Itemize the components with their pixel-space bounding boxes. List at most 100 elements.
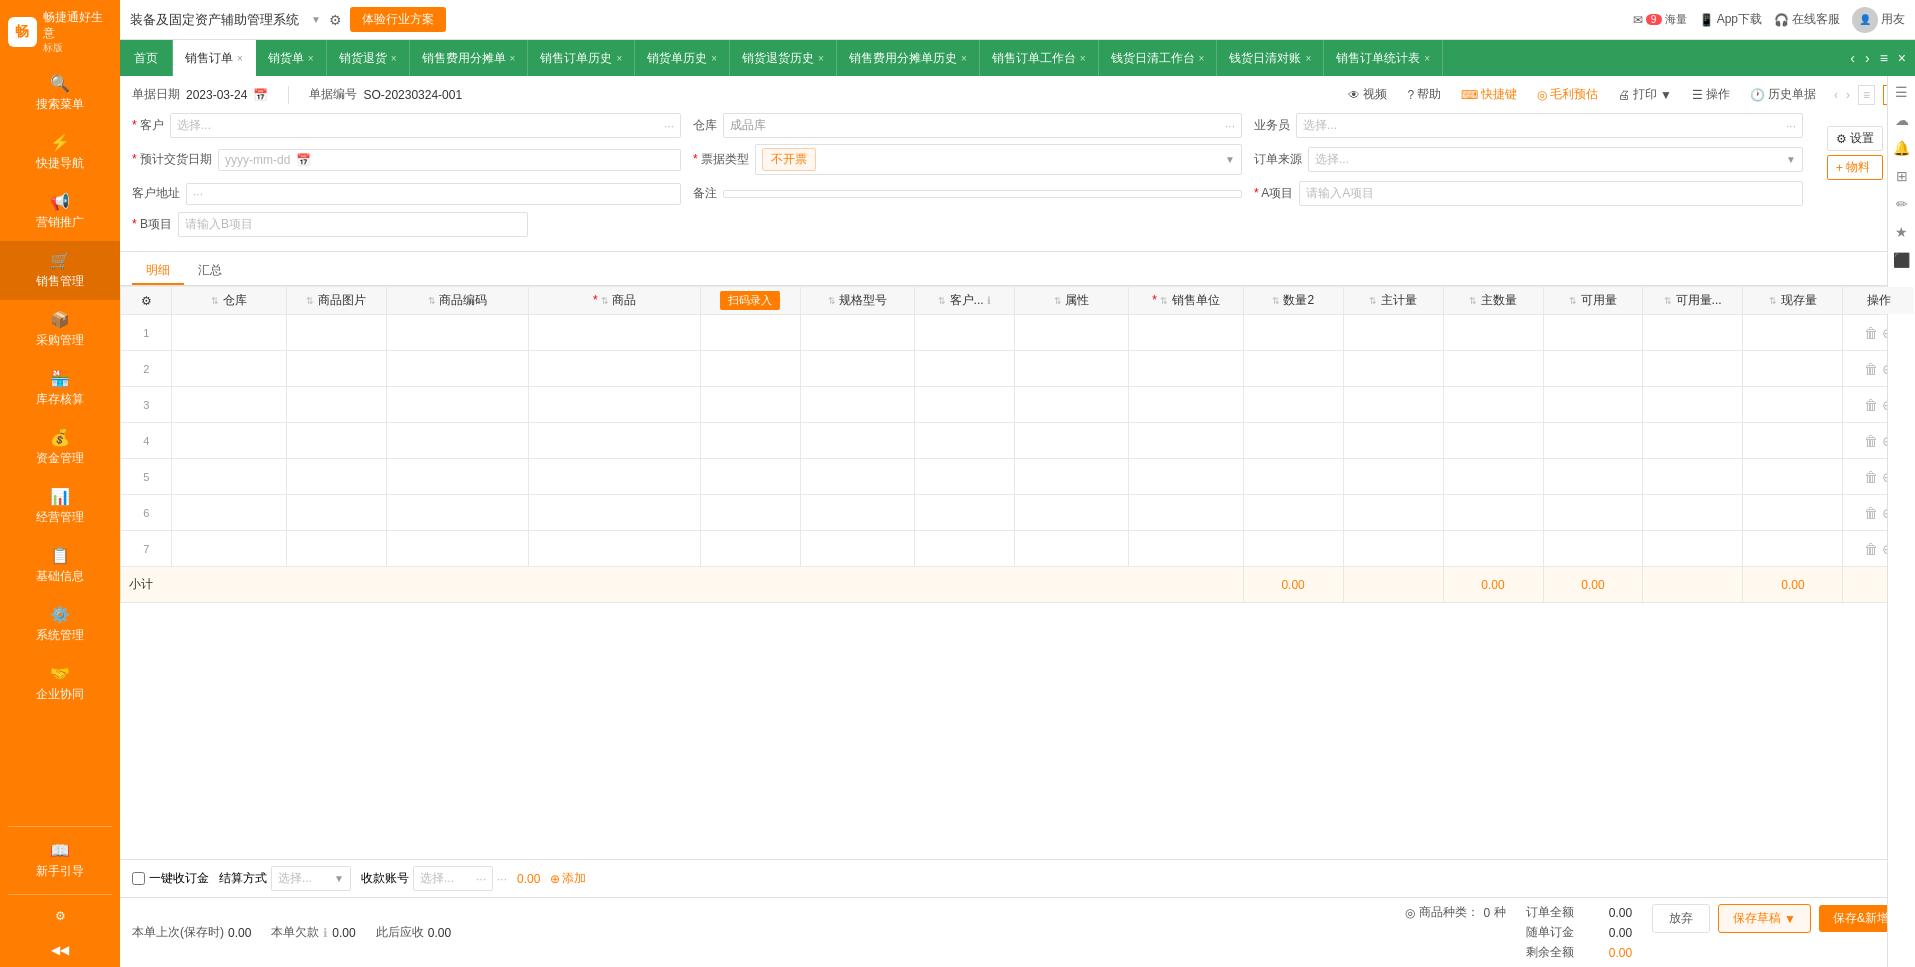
sidebar-item-operations[interactable]: 📊 经营管理 bbox=[0, 477, 120, 536]
nav-left-icon[interactable]: ‹ bbox=[1834, 88, 1838, 102]
th-image[interactable]: ⇅ 商品图片 bbox=[286, 287, 386, 315]
th-gear[interactable]: ⚙ bbox=[121, 287, 172, 315]
sidebar-item-finance[interactable]: 💰 资金管理 bbox=[0, 418, 120, 477]
tab-fee-history[interactable]: 销售费用分摊单历史 × bbox=[837, 40, 980, 76]
one-click-checkout-checkbox[interactable] bbox=[132, 872, 145, 885]
side-layout-icon[interactable]: ⊞ bbox=[1890, 164, 1914, 188]
nav-list-icon[interactable]: ≡ bbox=[1877, 50, 1891, 66]
nav-right-icon[interactable]: › bbox=[1846, 88, 1850, 102]
sidebar-item-sales[interactable]: 🛒 销售管理 bbox=[0, 241, 120, 300]
side-edit-icon[interactable]: ✏ bbox=[1890, 192, 1914, 216]
nav-prev-icon[interactable]: ‹ bbox=[1847, 50, 1858, 66]
tab-sales-order-history[interactable]: 销售订单历史 × bbox=[528, 40, 635, 76]
side-star-icon[interactable]: ★ bbox=[1890, 220, 1914, 244]
discard-button[interactable]: 放弃 bbox=[1652, 904, 1710, 933]
side-cloud-icon[interactable]: ☁ bbox=[1890, 108, 1914, 132]
view-btn[interactable]: 👁 视频 bbox=[1342, 84, 1393, 105]
messages-item[interactable]: ✉ 9 海量 bbox=[1633, 12, 1687, 27]
settings-button[interactable]: ⚙ 设置 bbox=[1827, 126, 1883, 151]
tab-sales-fee[interactable]: 销售费用分摊单 × bbox=[410, 40, 529, 76]
profit-btn[interactable]: ◎ 毛利预估 bbox=[1531, 84, 1604, 105]
order-source-select[interactable]: 选择... ▼ bbox=[1308, 147, 1803, 172]
close-sales-order-icon[interactable]: × bbox=[237, 53, 243, 64]
th-main-unit[interactable]: ⇅ 主计量 bbox=[1343, 287, 1443, 315]
a-project-input[interactable]: 请输入A项目 bbox=[1299, 181, 1803, 206]
th-customer-code[interactable]: ⇅ 客户... ℹ bbox=[915, 287, 1015, 315]
close-reconcile-icon[interactable]: × bbox=[1305, 53, 1311, 64]
history-btn[interactable]: 🕐 历史单据 bbox=[1744, 84, 1822, 105]
sidebar-item-quicknav[interactable]: ⚡ 快捷导航 bbox=[0, 123, 120, 182]
sidebar-item-inventory[interactable]: 🏪 库存核算 bbox=[0, 359, 120, 418]
sidebar-item-marketing[interactable]: 📢 营销推广 bbox=[0, 182, 120, 241]
help-btn[interactable]: ? 帮助 bbox=[1401, 84, 1447, 105]
th-product[interactable]: ⇅ 商品 bbox=[529, 287, 700, 315]
close-sales-return-icon[interactable]: × bbox=[391, 53, 397, 64]
shortcut-btn[interactable]: ⌨ 快捷键 bbox=[1455, 84, 1523, 105]
sidebar-item-newbie[interactable]: 📖 新手引导 bbox=[0, 831, 120, 890]
nav-close-icon[interactable]: × bbox=[1895, 50, 1909, 66]
th-warehouse[interactable]: ⇅ 仓库 bbox=[172, 287, 286, 315]
add-payment-button[interactable]: ⊕ 添加 bbox=[550, 870, 586, 887]
payment-method-select[interactable]: 选择... ▼ bbox=[271, 866, 351, 891]
industry-button[interactable]: 体验行业方案 bbox=[350, 7, 446, 32]
calendar-icon[interactable]: 📅 bbox=[253, 88, 268, 102]
tab-detail[interactable]: 明细 bbox=[132, 258, 184, 285]
tab-return-history[interactable]: 销货退货历史 × bbox=[730, 40, 837, 76]
th-spec[interactable]: ⇅ 规格型号 bbox=[800, 287, 914, 315]
data-table-wrapper[interactable]: ⚙ ⇅ 仓库 ⇅ 商品图片 ⇅ 商品编码 ⇅ 商品 扫码录入 ⇅ 规格型号 ⇅ … bbox=[120, 286, 1915, 859]
tab-sales-return[interactable]: 销货退货 × bbox=[327, 40, 410, 76]
nav-next-icon[interactable]: › bbox=[1862, 50, 1873, 66]
grid-view-icon[interactable]: ≡ bbox=[1858, 85, 1875, 105]
sidebar-item-search[interactable]: 🔍 搜索菜单 bbox=[0, 64, 120, 123]
scan-button[interactable]: 扫码录入 bbox=[720, 291, 780, 310]
close-sales-invoice-icon[interactable]: × bbox=[308, 53, 314, 64]
side-menu-icon[interactable]: ☰ bbox=[1890, 80, 1914, 104]
bank-account-input[interactable]: 选择... bbox=[413, 866, 493, 891]
close-summary-icon[interactable]: × bbox=[1424, 53, 1430, 64]
close-fee-history-icon[interactable]: × bbox=[961, 53, 967, 64]
online-service-item[interactable]: 🎧 在线客服 bbox=[1774, 11, 1840, 28]
close-workbench-icon[interactable]: × bbox=[1080, 53, 1086, 64]
delete-row-6-icon[interactable]: 🗑 bbox=[1864, 505, 1878, 521]
tab-invoice-history[interactable]: 销货单历史 × bbox=[635, 40, 730, 76]
th-attr[interactable]: ⇅ 属性 bbox=[1015, 287, 1129, 315]
delete-row-3-icon[interactable]: 🗑 bbox=[1864, 397, 1878, 413]
delete-row-1-icon[interactable]: 🗑 bbox=[1864, 325, 1878, 341]
side-orange-icon[interactable]: ⬛ bbox=[1890, 248, 1914, 272]
th-avail-qty2[interactable]: ⇅ 可用量... bbox=[1643, 287, 1743, 315]
sidebar-item-basicinfo[interactable]: 📋 基础信息 bbox=[0, 536, 120, 595]
address-input[interactable] bbox=[186, 183, 681, 205]
th-qty2[interactable]: ⇅ 数量2 bbox=[1243, 287, 1343, 315]
tab-sales-invoice[interactable]: 销货单 × bbox=[256, 40, 327, 76]
delete-row-4-icon[interactable]: 🗑 bbox=[1864, 433, 1878, 449]
tab-home[interactable]: 首页 bbox=[120, 40, 173, 76]
th-main-qty[interactable]: ⇅ 主数量 bbox=[1443, 287, 1543, 315]
tab-reconcile[interactable]: 钱货日清对账 × bbox=[1217, 40, 1324, 76]
delivery-date-input[interactable]: yyyy-mm-dd 📅 bbox=[218, 149, 681, 171]
operation-btn[interactable]: ☰ 操作 bbox=[1686, 84, 1736, 105]
tab-summary[interactable]: 销售订单统计表 × bbox=[1324, 40, 1443, 76]
close-daily-icon[interactable]: × bbox=[1199, 53, 1205, 64]
sidebar-collapse-btn[interactable]: ◀◀ bbox=[0, 933, 120, 967]
close-sales-fee-icon[interactable]: × bbox=[510, 53, 516, 64]
close-ret-history-icon[interactable]: × bbox=[818, 53, 824, 64]
remarks-input[interactable] bbox=[723, 190, 1242, 198]
th-unit[interactable]: ⇅ 销售单位 bbox=[1129, 287, 1243, 315]
sidebar-item-purchase[interactable]: 📦 采购管理 bbox=[0, 300, 120, 359]
sidebar-settings-btn[interactable]: ⚙ bbox=[0, 899, 120, 933]
delete-row-5-icon[interactable]: 🗑 bbox=[1864, 469, 1878, 485]
add-material-button[interactable]: + 物料 bbox=[1827, 155, 1883, 180]
dropdown-chevron-icon[interactable]: ▼ bbox=[311, 14, 321, 25]
topbar-gear-icon[interactable]: ⚙ bbox=[329, 12, 342, 28]
tab-sales-order[interactable]: 销售订单 × bbox=[173, 40, 256, 76]
th-sku[interactable]: ⇅ 商品编码 bbox=[386, 287, 529, 315]
tab-daily-clear[interactable]: 钱货日清工作台 × bbox=[1099, 40, 1218, 76]
salesman-input[interactable]: 选择... bbox=[1296, 113, 1803, 138]
date-value[interactable]: 2023-03-24 bbox=[186, 88, 247, 102]
customer-input[interactable]: 选择... bbox=[170, 113, 681, 138]
delete-row-7-icon[interactable]: 🗑 bbox=[1864, 541, 1878, 557]
delete-row-2-icon[interactable]: 🗑 bbox=[1864, 361, 1878, 377]
warehouse-input[interactable]: 成品库 ··· bbox=[723, 113, 1242, 138]
sidebar-item-collab[interactable]: 🤝 企业协同 bbox=[0, 654, 120, 713]
app-download-item[interactable]: 📱 App下载 bbox=[1699, 11, 1762, 28]
